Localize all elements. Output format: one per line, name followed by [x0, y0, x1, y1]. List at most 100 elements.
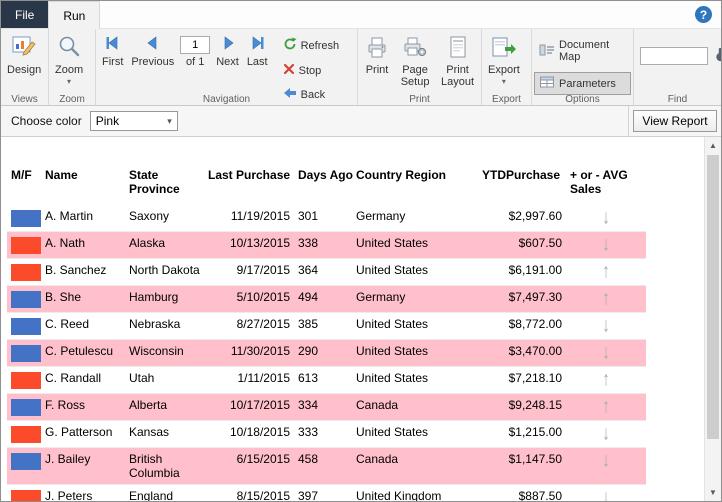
ytd-cell: $7,218.10 — [478, 366, 566, 394]
trend-arrow-icon — [602, 488, 610, 501]
print-layout-icon — [445, 35, 471, 62]
days-ago-cell: 364 — [294, 258, 352, 286]
country-cell: Canada — [352, 393, 478, 421]
column-header-ytd: YTDPurchase — [482, 168, 561, 182]
trend-cell — [566, 447, 646, 486]
days-ago-cell: 397 — [294, 484, 352, 501]
first-page-button[interactable]: First — [98, 32, 127, 71]
page-setup-button[interactable]: Page Setup — [394, 32, 436, 91]
gender-cell — [7, 484, 41, 501]
ytd-cell: $1,147.50 — [478, 447, 566, 486]
last-page-button[interactable]: Last — [243, 32, 272, 71]
state-cell: Wisconsin — [125, 339, 204, 367]
days-ago-cell: 458 — [294, 447, 352, 486]
last-purchase-cell: 11/30/2015 — [204, 339, 294, 367]
ytd-cell: $607.50 — [478, 231, 566, 259]
country-cell: United States — [352, 420, 478, 448]
previous-page-label: Previous — [131, 56, 175, 69]
name-cell: C. Petulescu — [41, 339, 125, 367]
previous-page-button[interactable]: Previous — [127, 32, 178, 71]
page-number-input[interactable] — [180, 36, 211, 54]
last-purchase-cell: 10/17/2015 — [204, 393, 294, 421]
country-cell: United States — [352, 231, 478, 259]
report-viewport: M/F Name State Province Last Purchase Da… — [1, 137, 721, 501]
view-report-zone: View Report — [628, 106, 721, 136]
export-group-caption: Export — [492, 94, 521, 105]
print-button[interactable]: Print — [360, 32, 394, 79]
days-ago-cell: 333 — [294, 420, 352, 448]
country-cell: United States — [352, 339, 478, 367]
report-viewer-window: File Run ? Design Views Zoom ▾ Zoom Firs… — [0, 0, 722, 502]
ytd-cell: $7,497.30 — [478, 285, 566, 313]
last-purchase-cell: 11/19/2015 — [204, 204, 294, 232]
ytd-cell: $1,215.00 — [478, 420, 566, 448]
scroll-down-icon[interactable]: ▼ — [705, 484, 721, 501]
refresh-button[interactable]: Refresh — [278, 34, 345, 57]
refresh-label: Refresh — [300, 39, 340, 52]
options-group-caption: Options — [565, 94, 600, 105]
document-map-button[interactable]: Document Map — [534, 36, 631, 66]
trend-cell — [566, 258, 646, 286]
ytd-cell: $9,248.15 — [478, 393, 566, 421]
find-input[interactable] — [640, 46, 708, 65]
trend-arrow-icon — [602, 315, 610, 335]
gender-bar — [11, 425, 41, 443]
name-cell: B. She — [41, 285, 125, 313]
zoom-button[interactable]: Zoom ▾ — [51, 32, 87, 89]
column-header-trend: + or - AVG Sales — [570, 168, 628, 197]
find-button[interactable] — [713, 44, 721, 67]
scrollbar-thumb[interactable] — [707, 155, 719, 439]
color-parameter-dropdown[interactable]: Pink ▾ — [89, 111, 178, 131]
scroll-up-icon[interactable]: ▲ — [705, 137, 721, 154]
views-group-caption: Views — [11, 94, 38, 105]
next-page-icon — [219, 35, 237, 54]
design-button[interactable]: Design — [3, 32, 45, 79]
tab-file[interactable]: File — [1, 1, 49, 28]
help-button[interactable]: ? — [695, 6, 712, 23]
state-cell: North Dakota — [125, 258, 204, 286]
printer-icon — [364, 35, 390, 62]
table-row: B. She Hamburg 5/10/2015 494 Germany $7,… — [7, 285, 646, 313]
country-cell: Germany — [352, 285, 478, 313]
country-cell: United Kingdom — [352, 484, 478, 501]
report-table-wrap: M/F Name State Province Last Purchase Da… — [7, 166, 646, 501]
parameters-icon — [539, 75, 555, 92]
gender-bar — [11, 317, 41, 335]
table-row: C. Randall Utah 1/11/2015 613 United Sta… — [7, 366, 646, 394]
table-row: J. Bailey British Columbia 6/15/2015 458… — [7, 447, 646, 486]
view-report-button[interactable]: View Report — [633, 110, 717, 132]
zoom-label: Zoom — [55, 64, 84, 77]
export-dropdown-caret-icon: ▾ — [501, 77, 506, 87]
state-cell: Kansas — [125, 420, 204, 448]
ribbon-group-print: Print Page Setup Print Layout Print — [357, 29, 481, 105]
document-map-label: Document Map — [559, 39, 610, 63]
stop-button[interactable]: Stop — [278, 60, 327, 81]
gender-cell — [7, 339, 41, 367]
next-page-button[interactable]: Next — [212, 32, 243, 71]
name-cell: G. Patterson — [41, 420, 125, 448]
trend-arrow-icon — [602, 423, 610, 443]
export-button[interactable]: Export ▾ — [484, 32, 524, 89]
last-purchase-cell: 8/27/2015 — [204, 312, 294, 340]
print-layout-button[interactable]: Print Layout — [436, 32, 479, 91]
parameters-label: Parameters — [559, 77, 616, 90]
first-page-label: First — [102, 56, 124, 69]
gender-cell — [7, 393, 41, 421]
gender-bar — [11, 236, 41, 254]
name-cell: F. Ross — [41, 393, 125, 421]
tab-run[interactable]: Run — [48, 1, 101, 29]
ribbon-group-find: Find — [633, 29, 721, 105]
vertical-scrollbar[interactable]: ▲ ▼ — [704, 137, 721, 501]
page-setup-icon — [402, 35, 428, 62]
days-ago-cell: 494 — [294, 285, 352, 313]
report-table-body: A. Martin Saxony 11/19/2015 301 Germany … — [7, 204, 646, 501]
ytd-cell: $8,772.00 — [478, 312, 566, 340]
report-table: M/F Name State Province Last Purchase Da… — [7, 166, 646, 501]
magnifier-icon — [57, 35, 81, 62]
gender-cell — [7, 420, 41, 448]
navigation-group-caption: Navigation — [202, 94, 251, 105]
parameters-toggle-button[interactable]: Parameters — [534, 72, 631, 95]
table-row: B. Sanchez North Dakota 9/17/2015 364 Un… — [7, 258, 646, 286]
gender-cell — [7, 447, 41, 486]
last-purchase-cell: 8/15/2015 — [204, 484, 294, 501]
